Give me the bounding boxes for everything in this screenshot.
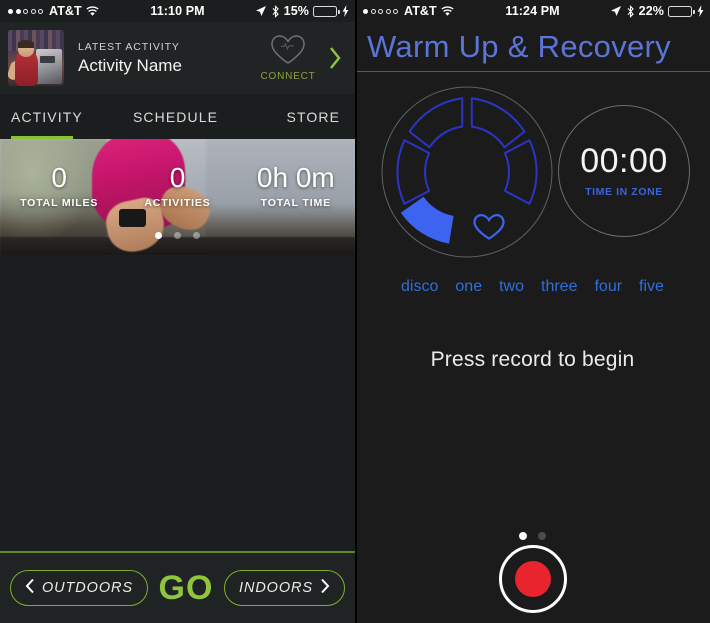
indoors-label: INDOORS [239, 580, 313, 596]
stat-activities: 0 ACTIVITIES [118, 162, 236, 210]
tab-bar: ACTIVITY SCHEDULE STORE [0, 94, 355, 139]
lightning-bolt-icon [342, 5, 349, 17]
battery-icon [313, 5, 340, 17]
screen-divider [355, 0, 357, 623]
tab-activity[interactable]: ACTIVITY [0, 94, 121, 139]
left-phone-screen: AT&T 11:10 PM 15% LATEST ACTIVITY Activi… [0, 0, 355, 623]
record-button-area [355, 545, 710, 613]
tab-schedule[interactable]: SCHEDULE [121, 94, 231, 139]
zone-label-four[interactable]: four [594, 278, 622, 296]
stat-total-time-label: TOTAL TIME [260, 197, 331, 209]
stat-total-miles: 0 TOTAL MILES [0, 162, 118, 210]
activity-photo-thumbnail[interactable] [8, 30, 64, 86]
page-dot[interactable] [519, 532, 527, 540]
zone-label-two[interactable]: two [499, 278, 524, 296]
chevron-left-icon [25, 578, 35, 598]
hero-page-dots[interactable] [0, 232, 355, 239]
time-in-zone-timer: 00:00 TIME IN ZONE [558, 105, 690, 237]
hero-stats-carousel[interactable]: 0 TOTAL MILES 0 ACTIVITIES 0h 0m TOTAL T… [0, 139, 355, 256]
zone-segment-4 [503, 139, 538, 205]
page-dot[interactable] [538, 532, 546, 540]
tab-schedule-label: SCHEDULE [132, 108, 219, 125]
heart-rate-zone-gauge[interactable] [379, 84, 555, 260]
hero-page-dot[interactable] [193, 232, 200, 239]
stat-total-miles-label: TOTAL MILES [20, 197, 99, 209]
stat-total-miles-value: 0 [51, 162, 67, 193]
tab-store-label: STORE [286, 108, 341, 125]
stat-activities-value: 0 [169, 162, 186, 193]
stat-total-time: 0h 0m TOTAL TIME [237, 162, 355, 210]
right-status-bar: AT&T 11:24 PM 22% [355, 0, 710, 22]
outdoors-button[interactable]: OUTDOORS [10, 570, 148, 606]
stat-total-time-value: 0h 0m [256, 162, 335, 193]
latest-activity-card[interactable]: LATEST ACTIVITY Activity Name CONNECT [0, 22, 355, 94]
zone-label-five[interactable]: five [639, 278, 664, 296]
battery-icon [668, 5, 695, 17]
hero-stats-row: 0 TOTAL MILES 0 ACTIVITIES 0h 0m TOTAL T… [0, 162, 355, 210]
dual-phone-screenshot: AT&T 11:10 PM 15% LATEST ACTIVITY Activi… [0, 0, 710, 623]
hero-bg-road [0, 237, 355, 256]
record-prompt-label: Press record to begin [430, 348, 635, 371]
hero-page-dot[interactable] [174, 232, 181, 239]
zone-labels-row: disco one two three four five [355, 278, 710, 296]
left-status-right-group: 15% [255, 4, 349, 18]
zone-segment-active [400, 196, 454, 244]
bottom-action-bar: OUTDOORS GO INDOORS [0, 551, 355, 623]
zone-label-disco[interactable]: disco [401, 278, 438, 296]
zone-segment-2 [408, 97, 464, 149]
battery-percent-label: 22% [638, 4, 664, 18]
runner-watch [118, 209, 146, 227]
zone-label-three[interactable]: three [541, 278, 577, 296]
activity-name-label: Activity Name [78, 55, 182, 75]
hero-page-dot[interactable] [155, 232, 162, 239]
chevron-right-icon [320, 578, 330, 598]
heart-outline-icon [257, 34, 319, 70]
bluetooth-icon [271, 4, 280, 18]
tab-store[interactable]: STORE [230, 94, 355, 139]
timer-label: TIME IN ZONE [585, 186, 663, 198]
page-title: Warm Up & Recovery [355, 22, 710, 72]
tab-activity-label: ACTIVITY [11, 108, 83, 125]
go-button[interactable]: GO [159, 571, 214, 605]
page-dots[interactable] [355, 532, 710, 540]
record-button[interactable] [498, 545, 567, 613]
connect-button[interactable]: CONNECT [257, 34, 319, 82]
battery-percent-label: 15% [283, 4, 309, 18]
right-status-right-group: 22% [610, 4, 704, 18]
latest-activity-kicker: LATEST ACTIVITY [78, 40, 180, 53]
connect-label: CONNECT [260, 71, 316, 82]
heart-outline-icon [473, 213, 505, 240]
latest-activity-text-group: LATEST ACTIVITY Activity Name [64, 41, 257, 76]
stat-activities-label: ACTIVITIES [144, 197, 211, 209]
zone-segment-1 [396, 139, 431, 205]
outdoors-label: OUTDOORS [42, 580, 133, 596]
left-status-bar: AT&T 11:10 PM 15% [0, 0, 355, 22]
bluetooth-icon [626, 4, 635, 18]
timer-value: 00:00 [580, 142, 668, 180]
location-arrow-icon [610, 5, 622, 17]
zone-label-one[interactable]: one [455, 278, 482, 296]
gauge-row: 00:00 TIME IN ZONE [355, 72, 710, 272]
zone-segment-3 [470, 97, 526, 149]
location-arrow-icon [255, 5, 267, 17]
lightning-bolt-icon [697, 5, 704, 17]
chevron-right-icon[interactable] [325, 45, 345, 71]
right-phone-screen: AT&T 11:24 PM 22% Warm Up & Recovery 00:… [355, 0, 710, 623]
record-dot-icon [514, 561, 551, 597]
indoors-button[interactable]: INDOORS [224, 570, 345, 606]
